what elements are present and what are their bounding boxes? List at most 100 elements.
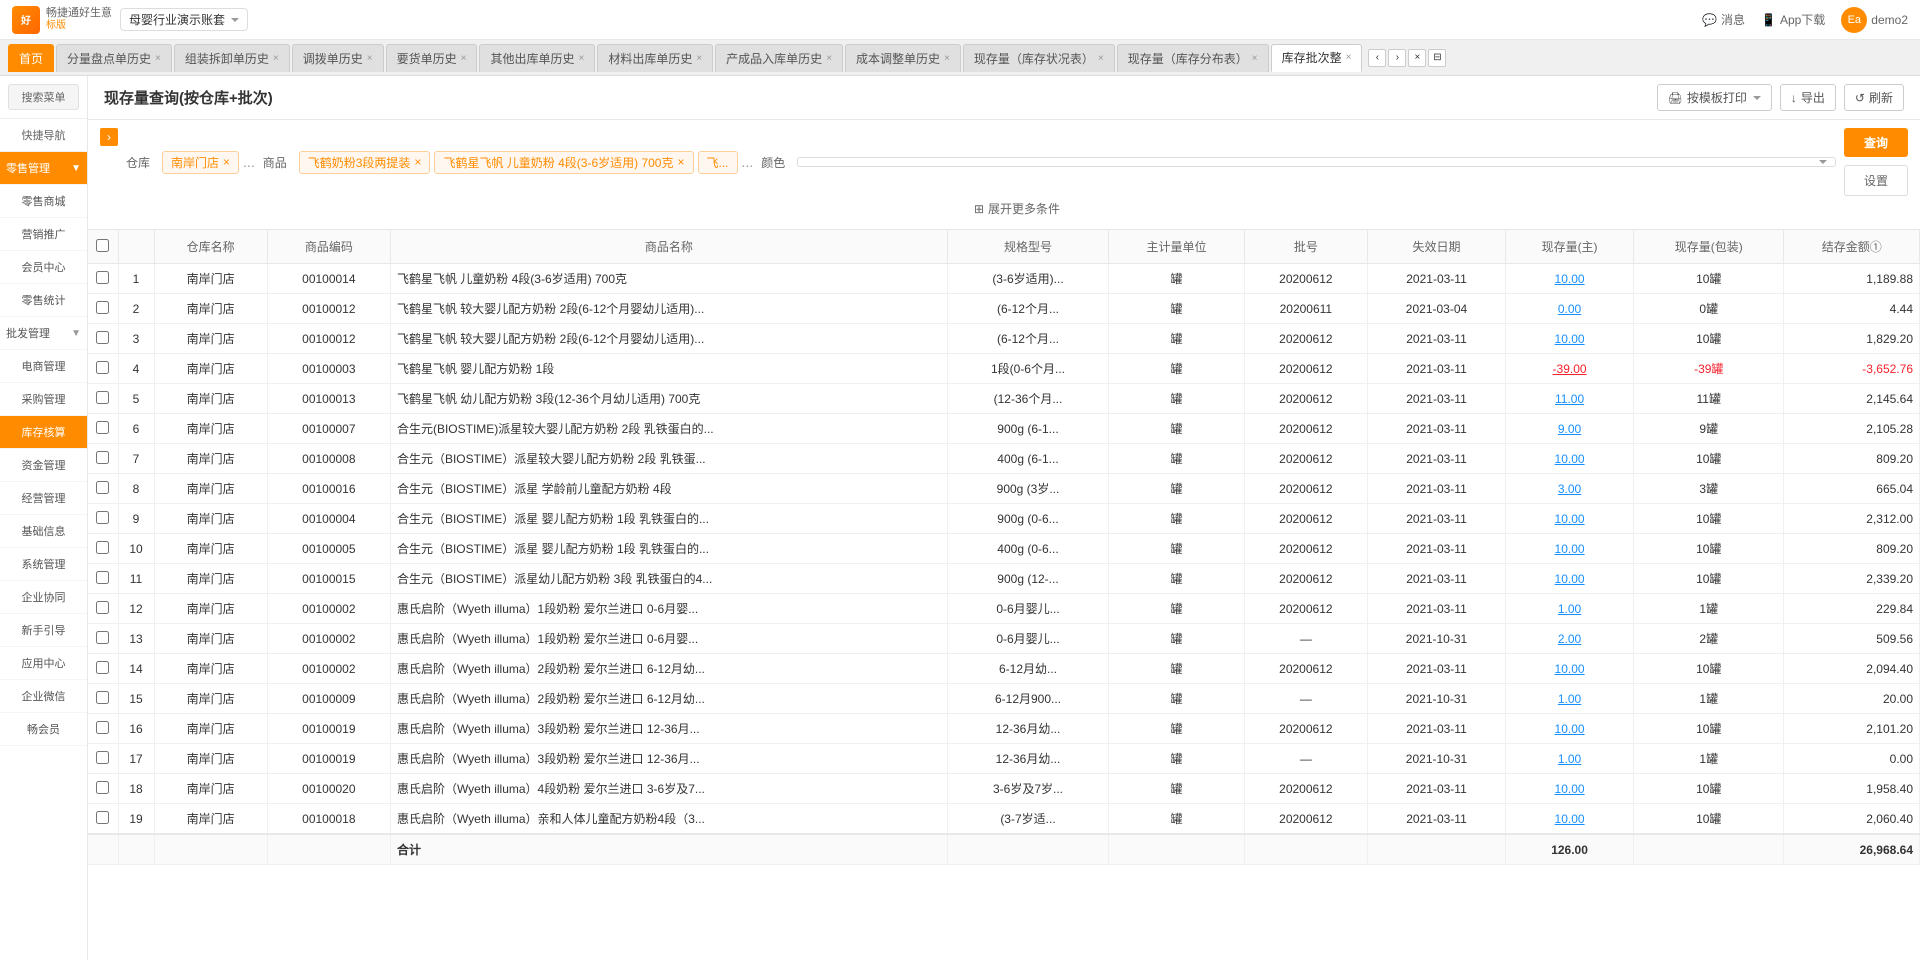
cell-stock-qty[interactable]: 10.00 — [1506, 324, 1634, 354]
sidebar-item-marketing[interactable]: 营销推广 — [0, 218, 87, 251]
sidebar-item-member2[interactable]: 畅会员 — [0, 713, 87, 746]
cell-checkbox[interactable] — [88, 564, 118, 594]
cell-checkbox[interactable] — [88, 294, 118, 324]
cell-checkbox[interactable] — [88, 354, 118, 384]
sidebar-item-system[interactable]: 系统管理 — [0, 548, 87, 581]
cell-checkbox[interactable] — [88, 504, 118, 534]
cell-stock-qty[interactable]: 10.00 — [1506, 534, 1634, 564]
query-btn[interactable]: 查询 — [1844, 128, 1908, 157]
cell-stock-qty[interactable]: 10.00 — [1506, 564, 1634, 594]
cell-stock-qty[interactable]: 10.00 — [1506, 804, 1634, 835]
cell-checkbox[interactable] — [88, 594, 118, 624]
sidebar-item-inventory[interactable]: 库存核算 — [0, 416, 87, 449]
setting-btn[interactable]: 设置 — [1844, 165, 1908, 196]
cell-checkbox[interactable] — [88, 384, 118, 414]
cell-stock-qty[interactable]: 2.00 — [1506, 624, 1634, 654]
cell-stock-qty[interactable]: 10.00 — [1506, 264, 1634, 294]
cell-stock-qty[interactable]: 1.00 — [1506, 594, 1634, 624]
cell-checkbox[interactable] — [88, 414, 118, 444]
tab-diao-bo[interactable]: 调拨单历史 × — [292, 44, 384, 72]
tab-qi-ta[interactable]: 其他出库单历史 × — [479, 44, 595, 72]
tab-prev-btn[interactable]: ‹ — [1368, 49, 1386, 67]
tag-close-icon[interactable]: × — [677, 155, 684, 169]
sidebar-item-retail-stats[interactable]: 零售统计 — [0, 284, 87, 317]
sidebar-item-member[interactable]: 会员中心 — [0, 251, 87, 284]
tab-menu-btn[interactable]: ⊟ — [1428, 49, 1446, 67]
cell-stock-qty[interactable]: 3.00 — [1506, 474, 1634, 504]
color-input[interactable] — [797, 157, 1836, 167]
tab-close-icon[interactable]: × — [273, 53, 279, 64]
tab-cheng-ben[interactable]: 成本调整单历史 × — [845, 44, 961, 72]
cell-checkbox[interactable] — [88, 474, 118, 504]
cell-stock-qty[interactable]: -39.00 — [1506, 354, 1634, 384]
tab-close-icon[interactable]: × — [944, 53, 950, 64]
cell-checkbox[interactable] — [88, 444, 118, 474]
tag-close-icon[interactable]: × — [414, 155, 421, 169]
sidebar-item-retail-store[interactable]: 零售商城 — [0, 185, 87, 218]
tab-close-icon[interactable]: × — [155, 53, 161, 64]
tag-close-icon[interactable]: × — [223, 155, 230, 169]
cell-stock-qty[interactable]: 10.00 — [1506, 774, 1634, 804]
cell-checkbox[interactable] — [88, 774, 118, 804]
message-btn[interactable]: 💬 消息 — [1702, 11, 1745, 28]
cell-checkbox[interactable] — [88, 654, 118, 684]
tab-close-icon[interactable]: × — [696, 53, 702, 64]
app-download-btn[interactable]: 📱 App下载 — [1761, 11, 1825, 28]
tab-close-icon[interactable]: × — [461, 53, 467, 64]
cell-stock-qty[interactable]: 11.00 — [1506, 384, 1634, 414]
sidebar-item-guide[interactable]: 新手引导 — [0, 614, 87, 647]
cell-stock-qty[interactable]: 1.00 — [1506, 684, 1634, 714]
tab-next-btn[interactable]: › — [1388, 49, 1406, 67]
cell-stock-qty[interactable]: 10.00 — [1506, 654, 1634, 684]
quick-nav-btn[interactable]: 快捷导航 — [0, 123, 87, 147]
sidebar-item-apps[interactable]: 应用中心 — [0, 647, 87, 680]
sidebar-item-wechat[interactable]: 企业微信 — [0, 680, 87, 713]
warehouse-more-btn[interactable]: ... — [243, 154, 255, 170]
cell-stock-qty[interactable]: 10.00 — [1506, 504, 1634, 534]
tab-close-all-btn[interactable]: × — [1408, 49, 1426, 67]
cell-checkbox[interactable] — [88, 624, 118, 654]
tab-fen-pan[interactable]: 分量盘点单历史 × — [56, 44, 172, 72]
search-menu-btn[interactable]: 搜索菜单 — [8, 84, 79, 110]
tab-yao-huo[interactable]: 要货单历史 × — [386, 44, 478, 72]
select-all-checkbox[interactable] — [96, 239, 109, 252]
tab-pi-ci[interactable]: 库存批次整 × — [1271, 44, 1363, 72]
tab-xian-cun-zhuang-tai[interactable]: 现存量（库存状况表） × — [963, 44, 1115, 72]
sidebar-item-wholesale[interactable]: 批发管理 ▼ — [0, 317, 87, 350]
cell-stock-qty[interactable]: 1.00 — [1506, 744, 1634, 774]
cell-stock-qty[interactable]: 0.00 — [1506, 294, 1634, 324]
tab-close-icon[interactable]: × — [367, 53, 373, 64]
tab-chan-pin[interactable]: 产成品入库单历史 × — [715, 44, 843, 72]
sidebar-item-retail[interactable]: 零售管理 ▼ — [0, 152, 87, 185]
sidebar-item-enterprise[interactable]: 企业协同 — [0, 581, 87, 614]
cell-checkbox[interactable] — [88, 324, 118, 354]
cell-stock-qty[interactable]: 10.00 — [1506, 444, 1634, 474]
sidebar-item-purchase[interactable]: 采购管理 — [0, 383, 87, 416]
account-selector[interactable]: 母婴行业演示账套 — [120, 8, 248, 31]
tab-close-icon[interactable]: × — [1252, 53, 1258, 64]
tab-xian-cun-fen-bu[interactable]: 现存量（库存分布表） × — [1117, 44, 1269, 72]
cell-stock-qty[interactable]: 10.00 — [1506, 714, 1634, 744]
cell-checkbox[interactable] — [88, 264, 118, 294]
sidebar-item-finance[interactable]: 资金管理 — [0, 449, 87, 482]
tab-close-icon[interactable]: × — [1346, 52, 1352, 63]
tab-cai-liao[interactable]: 材料出库单历史 × — [597, 44, 713, 72]
tab-close-icon[interactable]: × — [826, 53, 832, 64]
user-area[interactable]: Ea demo2 — [1841, 7, 1908, 33]
refresh-btn[interactable]: ↺ 刷新 — [1844, 84, 1904, 111]
export-btn[interactable]: ↓ 导出 — [1780, 84, 1836, 111]
cell-checkbox[interactable] — [88, 684, 118, 714]
sidebar-item-operation[interactable]: 经营管理 — [0, 482, 87, 515]
cell-checkbox[interactable] — [88, 804, 118, 835]
tab-close-icon[interactable]: × — [1098, 53, 1104, 64]
sidebar-item-ecom[interactable]: 电商管理 — [0, 350, 87, 383]
template-print-btn[interactable]: 🖨 按模板打印 — [1657, 84, 1772, 111]
sidebar-item-basic[interactable]: 基础信息 — [0, 515, 87, 548]
expand-filter-btn[interactable]: › — [100, 128, 118, 146]
tab-zu-chai[interactable]: 组装拆卸单历史 × — [174, 44, 290, 72]
cell-checkbox[interactable] — [88, 744, 118, 774]
tab-home[interactable]: 首页 — [8, 44, 54, 72]
cell-stock-qty[interactable]: 9.00 — [1506, 414, 1634, 444]
cell-checkbox[interactable] — [88, 534, 118, 564]
cell-checkbox[interactable] — [88, 714, 118, 744]
